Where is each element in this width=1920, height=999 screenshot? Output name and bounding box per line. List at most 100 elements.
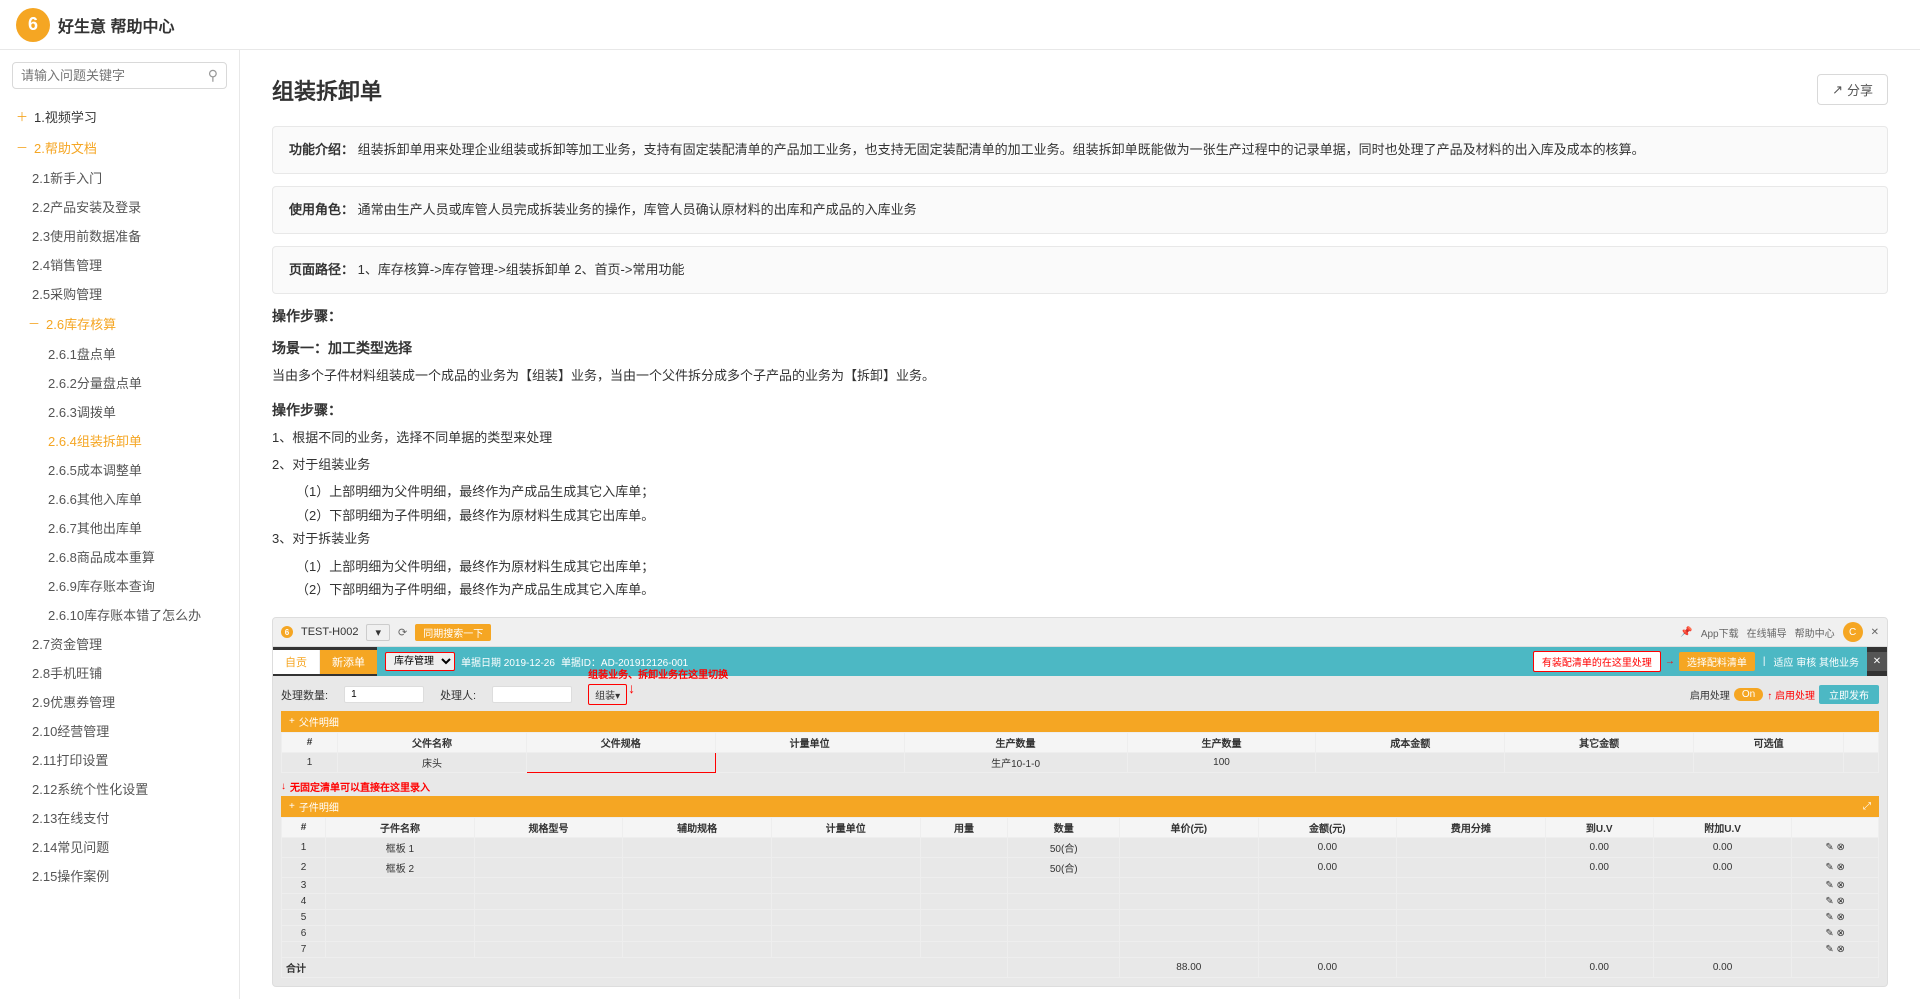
app-logo-small: 6	[281, 626, 293, 638]
role-text: 通常由生产人员或库管人员完成拆装业务的操作，库管人员确认原材料的出库和产成品的入…	[358, 202, 917, 217]
sidebar-item-mobile[interactable]: 2.8手机旺铺	[0, 658, 239, 687]
th-unit: 计量单位	[715, 733, 904, 753]
nav-home: 自贡	[273, 650, 320, 674]
form-date: 单据日期 2019-12-26	[461, 654, 555, 669]
search-input[interactable]	[21, 68, 208, 83]
td-cost	[1316, 753, 1505, 773]
main-layout: ⚲ ＋ 1.视频学习 － 2.帮助文档 2.1新手入门 2.2产品安装及登录 2…	[0, 50, 1920, 999]
sub-th-num: #	[282, 818, 326, 838]
confirm-btn[interactable]: 立即发布	[1819, 685, 1879, 704]
step-3-sub1: （1）上部明细为父件明细，最终作为原材料生成其它出库单；	[272, 555, 1888, 578]
type-select-highlighted[interactable]: 组装▾	[588, 684, 627, 705]
type-selector[interactable]: 库存管理	[385, 652, 455, 671]
sidebar-item-other-out[interactable]: 2.6.7其他出库单	[0, 513, 239, 542]
sub-table-row-4: 4✎ ⊗	[282, 894, 1879, 910]
sidebar-item-sales[interactable]: 2.4销售管理	[0, 250, 239, 279]
sidebar-item-inventory[interactable]: － 2.6库存核算	[0, 308, 239, 339]
table-row: 1 床头 生产10-1-0 100	[282, 753, 1879, 773]
sub-th-uv1: 到U.V	[1545, 818, 1653, 838]
sub-th-alloc: 费用分摊	[1397, 818, 1546, 838]
path-text: 1、库存核算->库存管理->组装拆卸单 2、首页->常用功能	[358, 262, 685, 277]
sidebar-item-label: 2.帮助文档	[34, 138, 97, 157]
sidebar-item-transfer[interactable]: 2.6.3调拨单	[0, 397, 239, 426]
sub-table-row-2: 2框板 250(合)0.000.000.00✎ ⊗	[282, 858, 1879, 878]
sidebar-item-stock-fix[interactable]: 2.6.10库存账本错了怎么办	[0, 600, 239, 629]
sub-th-spec2: 辅助规格	[623, 818, 772, 838]
sidebar-item-payment[interactable]: 2.13在线支付	[0, 803, 239, 832]
form-header-row: 处理数量: 处理人: 组装▾ 组装业务、拆卸业务在这里切换 ↓ 启用处理 On …	[281, 684, 1879, 705]
form-label-qty: 处理数量:	[281, 687, 328, 703]
sidebar-item-stocktake[interactable]: 2.6.1盘点单	[0, 339, 239, 368]
sidebar-item-other-in[interactable]: 2.6.6其他入库单	[0, 484, 239, 513]
td-parent-spec[interactable]	[526, 753, 715, 773]
lower-table: # 子件名称 规格型号 辅助规格 计量单位 用量 数量 单价(元) 金额(元) …	[281, 817, 1879, 978]
sidebar-item-newcomer[interactable]: 2.1新手入门	[0, 163, 239, 192]
arrow-icon-2: ↓	[628, 680, 635, 696]
share-icon: ↗	[1832, 82, 1843, 98]
plus-icon-1: ＋	[16, 108, 28, 125]
step-3-sub2: （2）下部明细为子件明细，最终作为产成品生成其它入库单。	[272, 578, 1888, 601]
enabled-label: 启用处理	[1690, 687, 1730, 702]
search-box[interactable]: ⚲	[12, 62, 227, 89]
lower-table-label: 子件明细	[299, 799, 339, 814]
sidebar-item-purchase[interactable]: 2.5采购管理	[0, 279, 239, 308]
path-label: 页面路径：	[289, 262, 354, 277]
top-header: 6 好生意 帮助中心	[0, 0, 1920, 50]
add-row-btn-lower[interactable]: +	[289, 801, 295, 812]
func-intro-block: 功能介绍： 组装拆卸单用来处理企业组装或拆卸等加工业务，支持有固定装配清单的产品…	[272, 126, 1888, 174]
annotation-area-1: 有装配清单的在这里处理 → 选择配料清单 | 适应 审核 其他业务	[1533, 651, 1859, 672]
content-area: 组装拆卸单 ↗ 分享 功能介绍： 组装拆卸单用来处理企业组装或拆卸等加工业务，支…	[240, 50, 1920, 999]
logo-area: 6 好生意 帮助中心	[16, 8, 256, 42]
app-navbar: 自贡 新添单 库存管理 单据日期 2019-12-26 单据ID：AD-2019…	[273, 647, 1887, 676]
sub-th-uv2: 附加U.V	[1653, 818, 1792, 838]
search-icon: ⚲	[208, 67, 218, 84]
func-intro-label: 功能介绍：	[289, 142, 354, 157]
sub-th-usage: 用量	[920, 818, 1008, 838]
screenshot-container: 6 TEST-H002 ▾ ⟳ 同期搜索一下 📌 App下载 在线辅导 帮助中心…	[272, 617, 1888, 987]
sidebar-item-faq[interactable]: 2.14常见问题	[0, 832, 239, 861]
sidebar-item-print[interactable]: 2.11打印设置	[0, 745, 239, 774]
sidebar-item-video[interactable]: ＋ 1.视频学习	[0, 101, 239, 132]
sidebar-item-cost-recalc[interactable]: 2.6.8商品成本重算	[0, 542, 239, 571]
upper-table-label: 父件明细	[299, 714, 339, 729]
on-toggle[interactable]: On	[1734, 688, 1763, 701]
qty-input[interactable]	[344, 686, 424, 703]
sidebar-item-assembly[interactable]: 2.6.4组装拆卸单	[0, 426, 239, 455]
separator: |	[1763, 656, 1766, 667]
app-icon-2: App下载	[1701, 625, 1739, 640]
sidebar-item-finance[interactable]: 2.7资金管理	[0, 629, 239, 658]
right-controls: 启用处理 On ↑ 启用处理 立即发布	[1690, 685, 1879, 704]
sidebar-item-install[interactable]: 2.2产品安装及登录	[0, 192, 239, 221]
sidebar-item-coupon[interactable]: 2.9优惠券管理	[0, 687, 239, 716]
td-parent-name: 床头	[338, 753, 527, 773]
sub-table-row-6: 6✎ ⊗	[282, 926, 1879, 942]
sidebar-item-cases[interactable]: 2.15操作案例	[0, 861, 239, 890]
th-qty1: 生产数量	[904, 733, 1127, 753]
steps-title: 操作步骤：	[272, 400, 1888, 420]
sidebar-item-data-prep[interactable]: 2.3使用前数据准备	[0, 221, 239, 250]
search-area: ⚲	[0, 50, 239, 97]
sidebar-item-cost-adj[interactable]: 2.6.5成本调整单	[0, 455, 239, 484]
share-button[interactable]: ↗ 分享	[1817, 74, 1888, 105]
td-other	[1505, 753, 1694, 773]
sub-th-name: 子件名称	[326, 818, 475, 838]
sub-th-spec1: 规格型号	[474, 818, 623, 838]
page-title: 组装拆卸单	[272, 74, 1888, 106]
step-2-sub2: （2）下部明细为子件明细，最终作为原材料生成其它出库单。	[272, 504, 1888, 527]
screenshot-dropdown: ▾	[366, 624, 390, 641]
user-input[interactable]	[492, 686, 572, 703]
sidebar-item-settings[interactable]: 2.12系统个性化设置	[0, 774, 239, 803]
add-row-btn[interactable]: +	[289, 716, 295, 727]
sidebar-item-ops[interactable]: 2.10经营管理	[0, 716, 239, 745]
sidebar-item-label: 2.6库存核算	[46, 314, 116, 333]
th-selectable: 可选值	[1694, 733, 1844, 753]
step-2: 2、对于组装业务	[272, 453, 1888, 476]
th-ops	[1844, 733, 1879, 753]
td-qty2: 100	[1127, 753, 1316, 773]
upper-table: # 父件名称 父件规格 计量单位 生产数量 生产数量 成本金额 其它金额 可选值	[281, 732, 1879, 773]
sidebar-item-docs[interactable]: － 2.帮助文档	[0, 132, 239, 163]
sidebar-item-stocktake2[interactable]: 2.6.2分量盘点单	[0, 368, 239, 397]
sidebar-item-stock-ledger[interactable]: 2.6.9库存账本查询	[0, 571, 239, 600]
sub-th-price: 单价(元)	[1120, 818, 1259, 838]
nav-close[interactable]: ✕	[1867, 652, 1887, 671]
